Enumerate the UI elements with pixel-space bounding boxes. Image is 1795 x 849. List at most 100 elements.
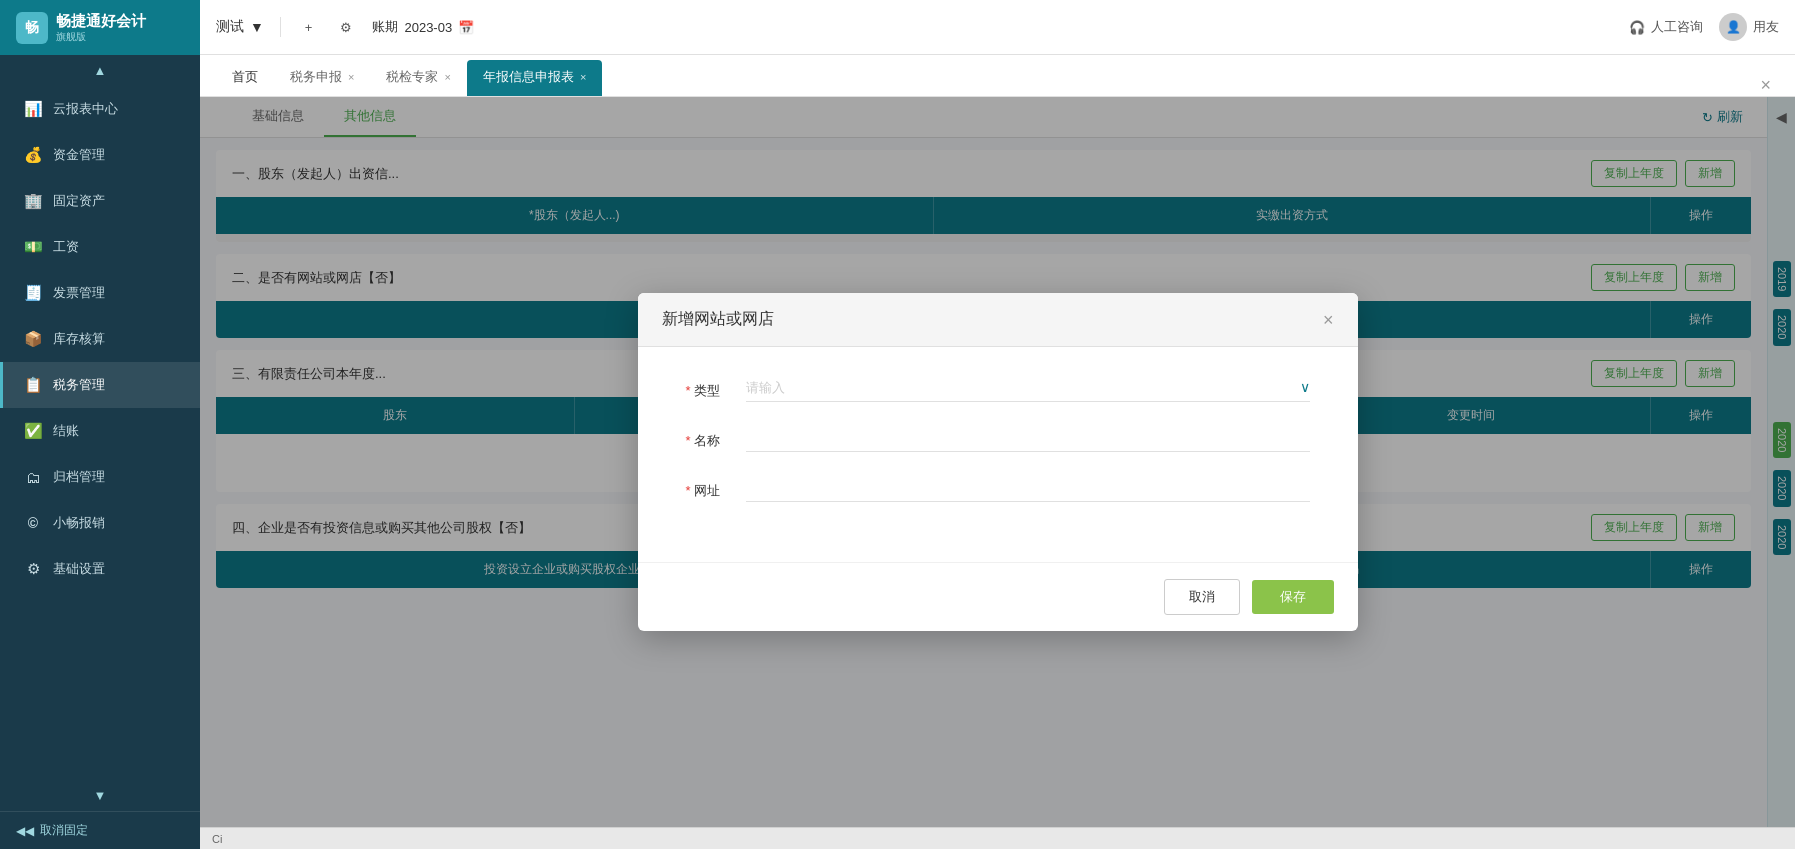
save-button[interactable]: 保存 [1252, 580, 1334, 614]
fund-mgmt-icon: 💰 [23, 145, 43, 165]
required-mark-type: * [686, 383, 691, 398]
tab-annual-report-close[interactable]: × [580, 71, 586, 83]
sidebar-item-archive-mgmt[interactable]: 🗂 归档管理 [0, 454, 200, 500]
sidebar-item-label: 固定资产 [53, 192, 105, 210]
user-label: 用友 [1753, 18, 1779, 36]
tab-annual-report[interactable]: 年报信息申报表 × [467, 60, 602, 96]
topbar-divider-1 [280, 17, 281, 37]
sidebar-item-label: 税务管理 [53, 376, 105, 394]
type-input[interactable] [746, 380, 1300, 395]
modal-close-button[interactable]: × [1323, 311, 1334, 329]
avatar: 👤 [1719, 13, 1747, 41]
period-value: 2023-03 [404, 20, 452, 35]
topbar: 测试 ▼ + ⚙ 账期 2023-03 📅 🎧 人工咨询 � [200, 0, 1795, 55]
type-dropdown-icon[interactable]: ∨ [1300, 379, 1310, 395]
topbar-right: 🎧 人工咨询 👤 用友 [1629, 13, 1779, 41]
sidebar-item-payroll[interactable]: 💵 工资 [0, 224, 200, 270]
sidebar-item-label: 结账 [53, 422, 79, 440]
form-row-type: * 类型 ∨ [686, 379, 1310, 402]
sidebar-item-fixed-assets[interactable]: 🏢 固定资产 [0, 178, 200, 224]
inventory-icon: 📦 [23, 329, 43, 349]
tax-mgmt-icon: 📋 [23, 375, 43, 395]
form-row-url: * 网址 [686, 480, 1310, 502]
tab-tax-report-close[interactable]: × [348, 71, 354, 83]
sidebar-item-label: 库存核算 [53, 330, 105, 348]
form-label-url: * 网址 [686, 482, 746, 500]
period-label: 账期 [372, 18, 398, 36]
company-dropdown-icon: ▼ [250, 19, 264, 35]
unpin-label: 取消固定 [40, 822, 88, 839]
calendar-icon[interactable]: 📅 [458, 20, 474, 35]
tab-annual-report-label: 年报信息申报表 [483, 68, 574, 86]
sidebar-item-label: 基础设置 [53, 560, 105, 578]
modal-header: 新增网站或网店 × [638, 293, 1358, 347]
content-area: 基础信息 其他信息 ↻ 刷新 一、股东（发起人）出资信... [200, 97, 1795, 827]
tab-home[interactable]: 首页 [216, 60, 274, 96]
sidebar-item-xiaochang[interactable]: © 小畅报销 [0, 500, 200, 546]
global-close-button[interactable]: × [1752, 75, 1779, 96]
tab-tax-expert-label: 税检专家 [386, 68, 438, 86]
name-input[interactable] [746, 430, 1310, 445]
form-input-wrap-url [746, 480, 1310, 502]
sidebar-item-label: 小畅报销 [53, 514, 105, 532]
headset-icon: 🎧 [1629, 20, 1645, 35]
tab-home-label: 首页 [232, 68, 258, 86]
settings-button[interactable]: ⚙ [332, 16, 360, 39]
settings-icon: ⚙ [340, 20, 352, 35]
company-name: 测试 [216, 18, 244, 36]
company-selector[interactable]: 测试 ▼ [216, 18, 264, 36]
cancel-button[interactable]: 取消 [1164, 579, 1240, 615]
main-content: 测试 ▼ + ⚙ 账期 2023-03 📅 🎧 人工咨询 � [200, 0, 1795, 849]
sidebar-item-accounting[interactable]: ✅ 结账 [0, 408, 200, 454]
modal-overlay[interactable]: 新增网站或网店 × * 类型 ∨ [200, 97, 1795, 827]
sidebar-item-label: 发票管理 [53, 284, 105, 302]
invoice-mgmt-icon: 🧾 [23, 283, 43, 303]
sidebar-item-inventory[interactable]: 📦 库存核算 [0, 316, 200, 362]
sidebar-scroll-down[interactable]: ▼ [0, 780, 200, 811]
sidebar-item-invoice-mgmt[interactable]: 🧾 发票管理 [0, 270, 200, 316]
tabs-bar: 首页 税务申报 × 税检专家 × 年报信息申报表 × × [200, 55, 1795, 97]
tab-tax-expert[interactable]: 税检专家 × [370, 60, 466, 96]
form-input-wrap-type: ∨ [746, 379, 1310, 402]
modal-title: 新增网站或网店 [662, 309, 774, 330]
modal-add-website: 新增网站或网店 × * 类型 ∨ [638, 293, 1358, 631]
sidebar-item-fund-mgmt[interactable]: 💰 资金管理 [0, 132, 200, 178]
form-label-type: * 类型 [686, 382, 746, 400]
modal-body: * 类型 ∨ * 名称 [638, 347, 1358, 562]
fixed-assets-icon: 🏢 [23, 191, 43, 211]
basic-settings-icon: ⚙ [23, 559, 43, 579]
support-button[interactable]: 🎧 人工咨询 [1629, 18, 1703, 36]
sidebar-item-label: 工资 [53, 238, 79, 256]
tab-tax-report[interactable]: 税务申报 × [274, 60, 370, 96]
accounting-icon: ✅ [23, 421, 43, 441]
support-label: 人工咨询 [1651, 18, 1703, 36]
url-input[interactable] [746, 480, 1310, 495]
sidebar-item-label: 归档管理 [53, 468, 105, 486]
payroll-icon: 💵 [23, 237, 43, 257]
required-mark-name: * [686, 433, 691, 448]
sidebar-scroll-up[interactable]: ▲ [0, 55, 200, 86]
sidebar-header: 畅 畅捷通好会计 旗舰版 [0, 0, 200, 55]
archive-mgmt-icon: 🗂 [23, 467, 43, 487]
sidebar-item-basic-settings[interactable]: ⚙ 基础设置 [0, 546, 200, 592]
form-row-name: * 名称 [686, 430, 1310, 452]
user-menu[interactable]: 👤 用友 [1719, 13, 1779, 41]
app-logo: 畅 [16, 12, 48, 44]
sidebar-item-cloud-report[interactable]: 📊 云报表中心 [0, 86, 200, 132]
add-button[interactable]: + [297, 16, 321, 39]
sidebar-nav: 📊 云报表中心 💰 资金管理 🏢 固定资产 💵 工资 🧾 发票管理 📦 [0, 86, 200, 780]
sidebar-item-tax-mgmt[interactable]: 📋 税务管理 [0, 362, 200, 408]
plus-icon: + [305, 20, 313, 35]
cloud-report-icon: 📊 [23, 99, 43, 119]
sidebar-item-label: 云报表中心 [53, 100, 118, 118]
xiaochang-icon: © [23, 513, 43, 533]
unpin-icon: ◀◀ [16, 824, 34, 838]
period-display: 账期 2023-03 📅 [372, 18, 474, 36]
tab-tax-report-label: 税务申报 [290, 68, 342, 86]
required-mark-url: * [686, 483, 691, 498]
sidebar-footer-unpin[interactable]: ◀◀ 取消固定 [0, 811, 200, 849]
app-title: 畅捷通好会计 [56, 12, 146, 30]
sidebar: 畅 畅捷通好会计 旗舰版 ▲ 📊 云报表中心 💰 资金管理 🏢 固定资产 💵 [0, 0, 200, 849]
tab-tax-expert-close[interactable]: × [444, 71, 450, 83]
status-bar: Ci [200, 827, 1795, 849]
